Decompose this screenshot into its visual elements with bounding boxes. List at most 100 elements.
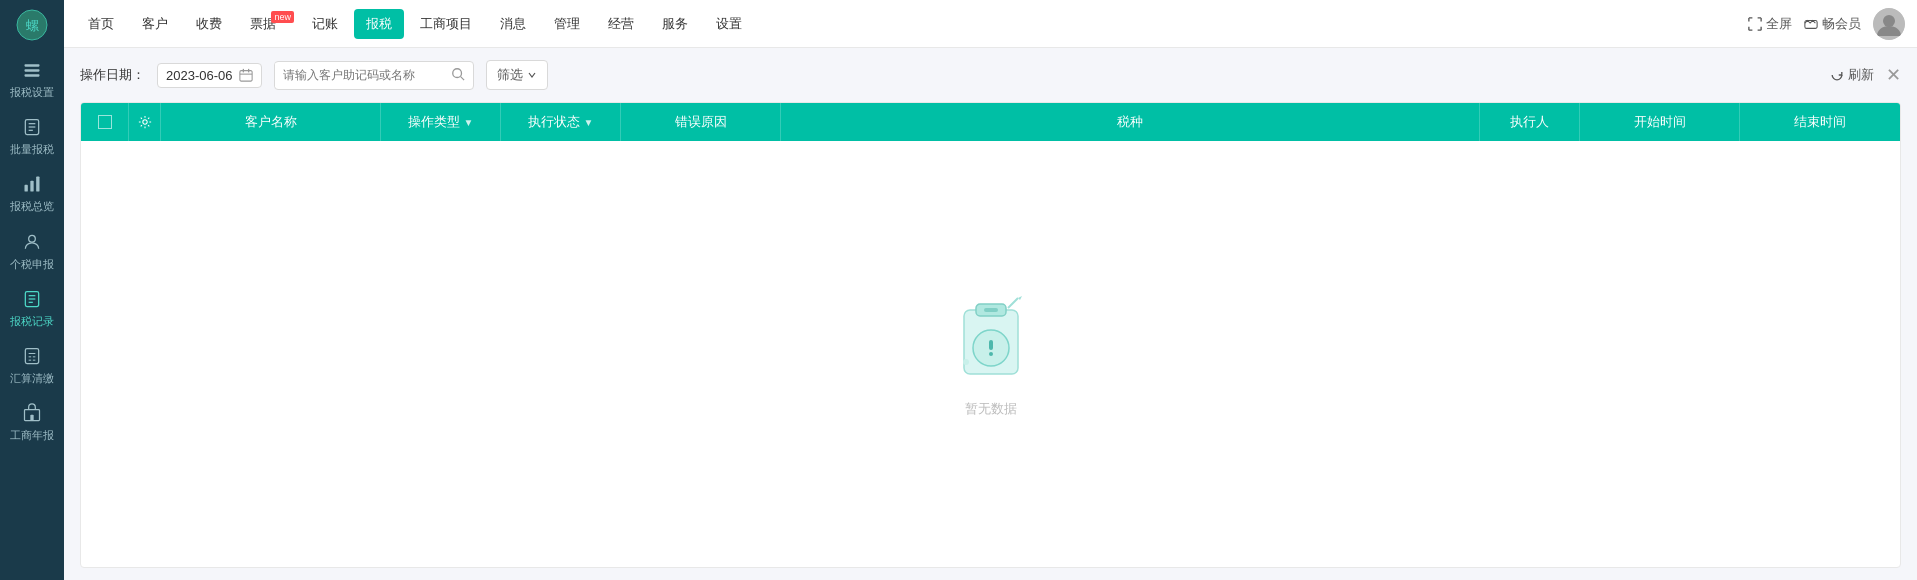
table-container: 客户名称 操作类型 ▼ 执行状态 ▼ 错误原因 税种 执行人: [80, 102, 1901, 568]
search-box[interactable]: [274, 61, 474, 90]
svg-point-43: [963, 359, 969, 365]
svg-rect-11: [36, 177, 39, 192]
svg-rect-2: [25, 64, 40, 67]
svg-rect-4: [25, 74, 40, 77]
sidebar-item-label: 报税总览: [10, 200, 54, 213]
calendar-icon: [239, 68, 253, 82]
calculate-icon: [20, 344, 44, 368]
sidebar-item-label: 工商年报: [10, 429, 54, 442]
sidebar-item-baoshuijilu[interactable]: 报税记录: [0, 279, 64, 336]
settings-col-icon: [138, 115, 152, 129]
batch-tax-icon: [20, 115, 44, 139]
th-taxtype: 税种: [781, 103, 1480, 141]
sidebar-item-label: 报税设置: [10, 86, 54, 99]
nav-item-jizhang[interactable]: 记账: [300, 9, 350, 39]
close-button[interactable]: ✕: [1886, 64, 1901, 86]
svg-rect-37: [984, 308, 998, 312]
svg-rect-10: [30, 181, 33, 192]
nav-item-customer[interactable]: 客户: [130, 9, 180, 39]
select-all-checkbox[interactable]: [98, 115, 112, 129]
svg-point-12: [29, 235, 36, 242]
vip-button[interactable]: 畅会员: [1804, 15, 1861, 33]
sidebar-item-baoshuishezhi[interactable]: 报税设置: [0, 50, 64, 107]
person-icon: [20, 230, 44, 254]
date-input[interactable]: 2023-06-06: [157, 63, 262, 88]
filter-button[interactable]: 筛选: [486, 60, 548, 90]
svg-text:螺: 螺: [26, 18, 39, 33]
new-badge: new: [271, 11, 294, 23]
svg-rect-3: [25, 69, 40, 72]
company-icon: [20, 401, 44, 425]
record-icon: [20, 287, 44, 311]
sidebar: 螺 报税设置 批量报税: [0, 0, 64, 580]
sidebar-item-label: 批量报税: [10, 143, 54, 156]
search-button[interactable]: [443, 62, 473, 89]
th-endtime: 结束时间: [1740, 103, 1900, 141]
search-icon: [451, 67, 465, 81]
nav-right: 全屏 畅会员: [1748, 8, 1905, 40]
nav-item-jingying[interactable]: 经营: [596, 9, 646, 39]
status-sort-icon: ▼: [584, 117, 594, 128]
th-errorreason: 错误原因: [621, 103, 781, 141]
fullscreen-button[interactable]: 全屏: [1748, 15, 1792, 33]
fullscreen-label: 全屏: [1766, 15, 1792, 33]
th-optype[interactable]: 操作类型 ▼: [381, 103, 501, 141]
svg-line-33: [460, 76, 464, 80]
nav-item-shoufei[interactable]: 收费: [184, 9, 234, 39]
toolbar: 操作日期： 2023-06-06: [80, 60, 1901, 90]
sidebar-item-label: 个税申报: [10, 258, 54, 271]
fullscreen-icon: [1748, 17, 1762, 31]
nav-item-gongshang[interactable]: 工商项目: [408, 9, 484, 39]
refresh-icon: [1830, 68, 1844, 82]
th-customer: 客户名称: [161, 103, 381, 141]
content-area: 操作日期： 2023-06-06: [64, 48, 1917, 580]
date-label: 操作日期：: [80, 66, 145, 84]
sidebar-item-label: 报税记录: [10, 315, 54, 328]
table-header: 客户名称 操作类型 ▼ 执行状态 ▼ 错误原因 税种 执行人: [81, 103, 1900, 141]
nav-item-baoshui[interactable]: 报税: [354, 9, 404, 39]
th-status[interactable]: 执行状态 ▼: [501, 103, 621, 141]
nav-item-piao[interactable]: 票据 new: [238, 9, 296, 39]
sidebar-item-huisuanqingshu[interactable]: 汇算清缴: [0, 336, 64, 393]
th-settings: [129, 103, 161, 141]
svg-point-40: [989, 352, 993, 356]
th-checkbox[interactable]: [81, 103, 129, 141]
main-area: 首页 客户 收费 票据 new 记账 报税 工商项目 消息 管理 经营 服务 设…: [64, 0, 1917, 580]
table-body: 暂无数据: [81, 141, 1900, 567]
svg-rect-24: [30, 415, 33, 421]
sidebar-item-label: 汇算清缴: [10, 372, 54, 385]
refresh-button[interactable]: 刷新: [1830, 66, 1874, 84]
search-input[interactable]: [275, 63, 443, 87]
svg-point-34: [142, 120, 146, 124]
nav-item-xiaoxi[interactable]: 消息: [488, 9, 538, 39]
nav-item-fuwu[interactable]: 服务: [650, 9, 700, 39]
nav-item-shezhi[interactable]: 设置: [704, 9, 754, 39]
sidebar-item-gongshangnianbaio[interactable]: 工商年报: [0, 393, 64, 450]
vip-label: 畅会员: [1822, 15, 1861, 33]
avatar-icon: [1873, 8, 1905, 40]
sidebar-item-piliangshuishui[interactable]: 批量报税: [0, 107, 64, 164]
svg-rect-39: [989, 340, 993, 350]
svg-rect-9: [25, 185, 28, 192]
empty-state: 暂无数据: [946, 290, 1036, 418]
date-value: 2023-06-06: [166, 68, 233, 83]
svg-point-32: [452, 68, 461, 77]
settings-icon: [20, 58, 44, 82]
svg-rect-28: [239, 71, 251, 82]
user-avatar[interactable]: [1873, 8, 1905, 40]
overview-icon: [20, 172, 44, 196]
empty-illustration: [946, 290, 1036, 390]
th-executor: 执行人: [1480, 103, 1580, 141]
empty-text: 暂无数据: [965, 400, 1017, 418]
svg-rect-17: [25, 348, 38, 363]
filter-label: 筛选: [497, 66, 523, 84]
nav-item-guanli[interactable]: 管理: [542, 9, 592, 39]
top-nav: 首页 客户 收费 票据 new 记账 报税 工商项目 消息 管理 经营 服务 设…: [64, 0, 1917, 48]
refresh-label: 刷新: [1848, 66, 1874, 84]
svg-marker-42: [1018, 296, 1022, 300]
sidebar-item-geshuishenbao[interactable]: 个税申报: [0, 222, 64, 279]
sidebar-item-baoshuizonglan[interactable]: 报税总览: [0, 164, 64, 221]
th-starttime: 开始时间: [1580, 103, 1740, 141]
svg-point-27: [1883, 15, 1895, 27]
nav-item-home[interactable]: 首页: [76, 9, 126, 39]
